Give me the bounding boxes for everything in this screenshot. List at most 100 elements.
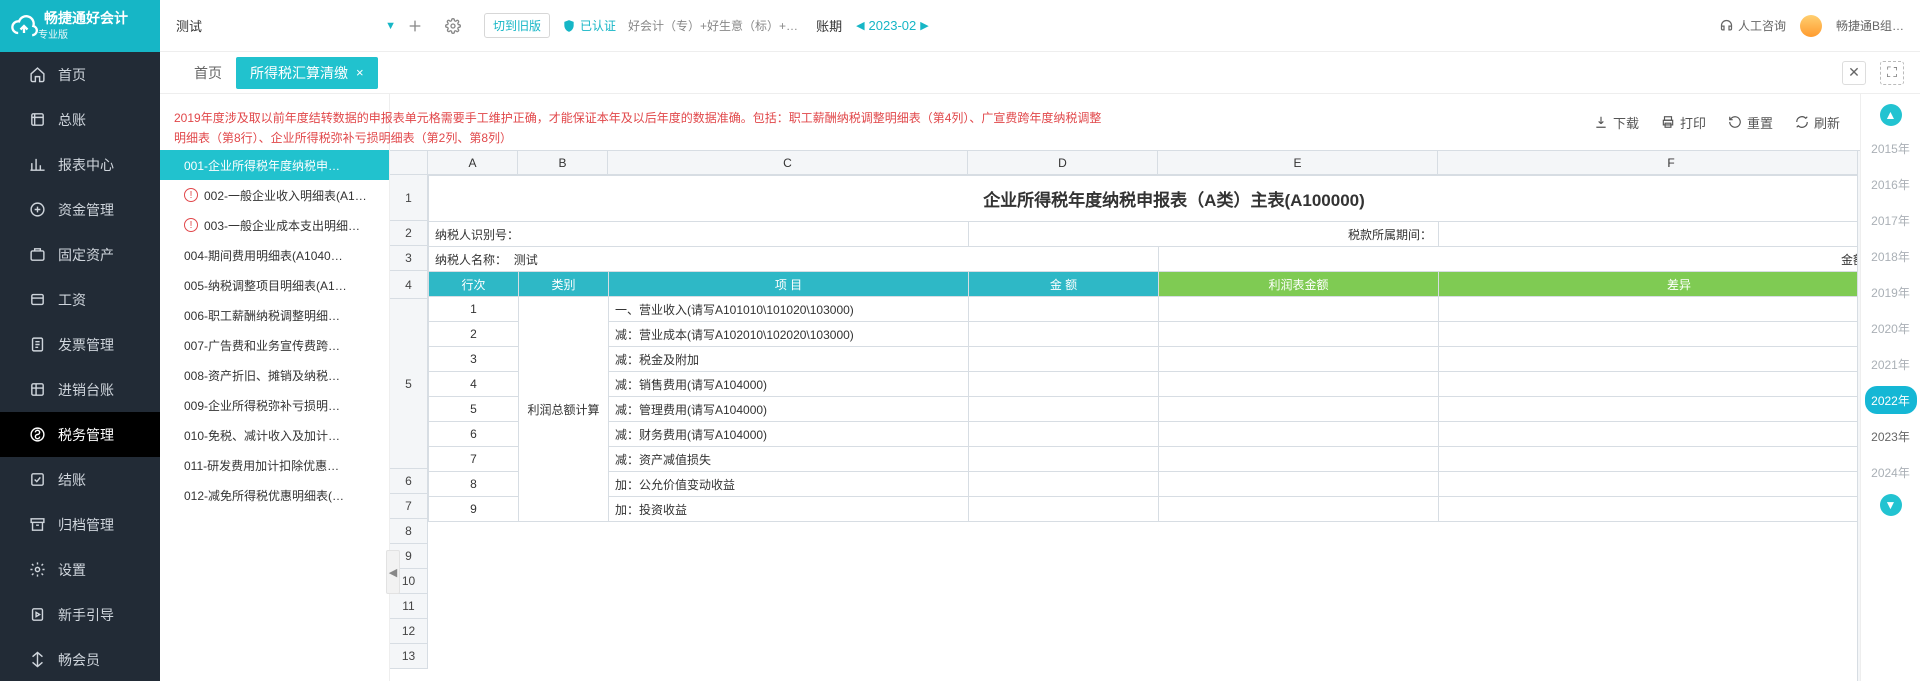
sidebar-item-pso[interactable]: 进销台账 (0, 367, 160, 412)
tab-close-all-icon[interactable]: ✕ (1842, 61, 1866, 85)
amount-cell[interactable] (969, 422, 1159, 447)
item-cell[interactable]: 减：税金及附加 (609, 347, 969, 372)
item-cell[interactable]: 减：营业成本(请写A102010\102020\103000) (609, 322, 969, 347)
form-item-009[interactable]: 009-企业所得税弥补亏损明… (160, 390, 389, 420)
amount-cell[interactable] (969, 472, 1159, 497)
sidebar-item-archive[interactable]: 归档管理 (0, 502, 160, 547)
pl-cell[interactable] (1159, 397, 1439, 422)
user-name[interactable]: 畅捷通B组… (1836, 17, 1904, 34)
form-item-002[interactable]: !002-一般企业收入明细表(A1… (160, 180, 389, 210)
year-2018年[interactable]: 2018年 (1865, 242, 1917, 270)
sidebar-item-home[interactable]: 首页 (0, 52, 160, 97)
form-item-012[interactable]: 012-减免所得税优惠明细表(… (160, 480, 389, 510)
year-2022年[interactable]: 2022年 (1865, 386, 1917, 414)
form-item-011[interactable]: 011-研发费用加计扣除优惠… (160, 450, 389, 480)
sidebar-item-ledger[interactable]: 总账 (0, 97, 160, 142)
sidebar-item-member[interactable]: 畅会员 (0, 637, 160, 682)
form-item-008[interactable]: 008-资产折旧、摊销及纳税… (160, 360, 389, 390)
item-cell[interactable]: 减：销售费用(请写A104000) (609, 372, 969, 397)
amount-cell[interactable] (969, 447, 1159, 472)
pl-cell[interactable] (1159, 497, 1439, 522)
close-icon[interactable]: × (356, 65, 364, 80)
item-cell[interactable]: 加：投资收益 (609, 497, 969, 522)
amount-cell[interactable] (969, 297, 1159, 322)
col-D[interactable]: D (968, 151, 1158, 174)
pl-cell[interactable] (1159, 347, 1439, 372)
tab[interactable]: 所得税汇算清缴× (236, 57, 378, 89)
year-2017年[interactable]: 2017年 (1865, 206, 1917, 234)
diff-cell[interactable] (1439, 447, 1920, 472)
diff-cell[interactable] (1439, 497, 1920, 522)
sidebar-item-setting[interactable]: 设置 (0, 547, 160, 592)
pl-cell[interactable] (1159, 472, 1439, 497)
pl-cell[interactable] (1159, 422, 1439, 447)
settings-icon[interactable] (440, 13, 466, 39)
sidebar-item-funds[interactable]: 资金管理 (0, 187, 160, 232)
sidebar-item-invoice[interactable]: 发票管理 (0, 322, 160, 367)
sidebar-item-close[interactable]: 结账 (0, 457, 160, 502)
sidebar-item-assets[interactable]: 固定资产 (0, 232, 160, 277)
amount-cell[interactable] (969, 347, 1159, 372)
chevron-right-icon[interactable]: ▶ (920, 19, 928, 32)
col-A[interactable]: A (428, 151, 518, 174)
add-button[interactable] (402, 13, 428, 39)
avatar[interactable] (1800, 15, 1822, 37)
switch-old-version-button[interactable]: 切到旧版 (484, 13, 550, 38)
year-2015年[interactable]: 2015年 (1865, 134, 1917, 162)
chevron-left-icon[interactable]: ◀ (856, 19, 864, 32)
col-C[interactable]: C (608, 151, 968, 174)
human-service-button[interactable]: 人工咨询 (1719, 17, 1786, 34)
item-cell[interactable]: 减：财务费用(请写A104000) (609, 422, 969, 447)
item-cell[interactable]: 减：资产减值损失 (609, 447, 969, 472)
amount-cell[interactable] (969, 372, 1159, 397)
diff-cell[interactable] (1439, 397, 1920, 422)
print-button[interactable]: 打印 (1661, 113, 1706, 132)
amount-cell[interactable] (969, 322, 1159, 347)
year-2021年[interactable]: 2021年 (1865, 350, 1917, 378)
item-cell[interactable]: 减：管理费用(请写A104000) (609, 397, 969, 422)
diff-cell[interactable] (1439, 297, 1920, 322)
year-2019年[interactable]: 2019年 (1865, 278, 1917, 306)
reset-button[interactable]: 重置 (1728, 113, 1773, 132)
diff-cell[interactable] (1439, 322, 1920, 347)
col-B[interactable]: B (518, 151, 608, 174)
download-button[interactable]: 下载 (1594, 113, 1639, 132)
period-selector[interactable]: ◀ 2023-02 ▶ (852, 18, 933, 33)
form-item-005[interactable]: 005-纳税调整项目明细表(A1… (160, 270, 389, 300)
company-selector[interactable]: 测试 ▼ (176, 16, 396, 35)
year-2023年[interactable]: 2023年 (1865, 422, 1917, 450)
sidebar-item-reports[interactable]: 报表中心 (0, 142, 160, 187)
year-down-icon[interactable]: ▼ (1880, 494, 1902, 516)
col-E[interactable]: E (1158, 151, 1438, 174)
form-item-003[interactable]: !003-一般企业成本支出明细… (160, 210, 389, 240)
year-up-icon[interactable]: ▲ (1880, 104, 1902, 126)
form-item-007[interactable]: 007-广告费和业务宣传费跨… (160, 330, 389, 360)
sidebar-item-salary[interactable]: 工资 (0, 277, 160, 322)
year-2024年[interactable]: 2024年 (1865, 458, 1917, 486)
diff-cell[interactable] (1439, 422, 1920, 447)
sidebar-item-tax[interactable]: 税务管理 (0, 412, 160, 457)
diff-cell[interactable] (1439, 472, 1920, 497)
item-cell[interactable]: 一、营业收入(请写A101010\101020\103000) (609, 297, 969, 322)
spreadsheet[interactable]: A B C D E F 12345678910111213 企业所得税年度纳税申 (390, 150, 1920, 681)
sidebar-item-guide[interactable]: 新手引导 (0, 592, 160, 637)
grid[interactable]: 企业所得税年度纳税申报表（A类）主表(A100000) 纳税人识别号： 税款所属… (428, 175, 1920, 522)
refresh-button[interactable]: 刷新 (1795, 113, 1840, 132)
col-F[interactable]: F (1438, 151, 1905, 174)
collapse-handle[interactable]: ◀ (386, 550, 400, 594)
form-item-004[interactable]: 004-期间费用明细表(A1040… (160, 240, 389, 270)
year-2016年[interactable]: 2016年 (1865, 170, 1917, 198)
amount-cell[interactable] (969, 397, 1159, 422)
form-item-010[interactable]: 010-免税、减计收入及加计… (160, 420, 389, 450)
diff-cell[interactable] (1439, 372, 1920, 397)
amount-cell[interactable] (969, 497, 1159, 522)
year-2020年[interactable]: 2020年 (1865, 314, 1917, 342)
diff-cell[interactable] (1439, 347, 1920, 372)
form-item-006[interactable]: 006-职工薪酬纳税调整明细… (160, 300, 389, 330)
tab[interactable]: 首页 (180, 57, 236, 89)
tab-expand-icon[interactable]: ⛶ (1880, 61, 1904, 85)
pl-cell[interactable] (1159, 322, 1439, 347)
pl-cell[interactable] (1159, 372, 1439, 397)
pl-cell[interactable] (1159, 447, 1439, 472)
pl-cell[interactable] (1159, 297, 1439, 322)
